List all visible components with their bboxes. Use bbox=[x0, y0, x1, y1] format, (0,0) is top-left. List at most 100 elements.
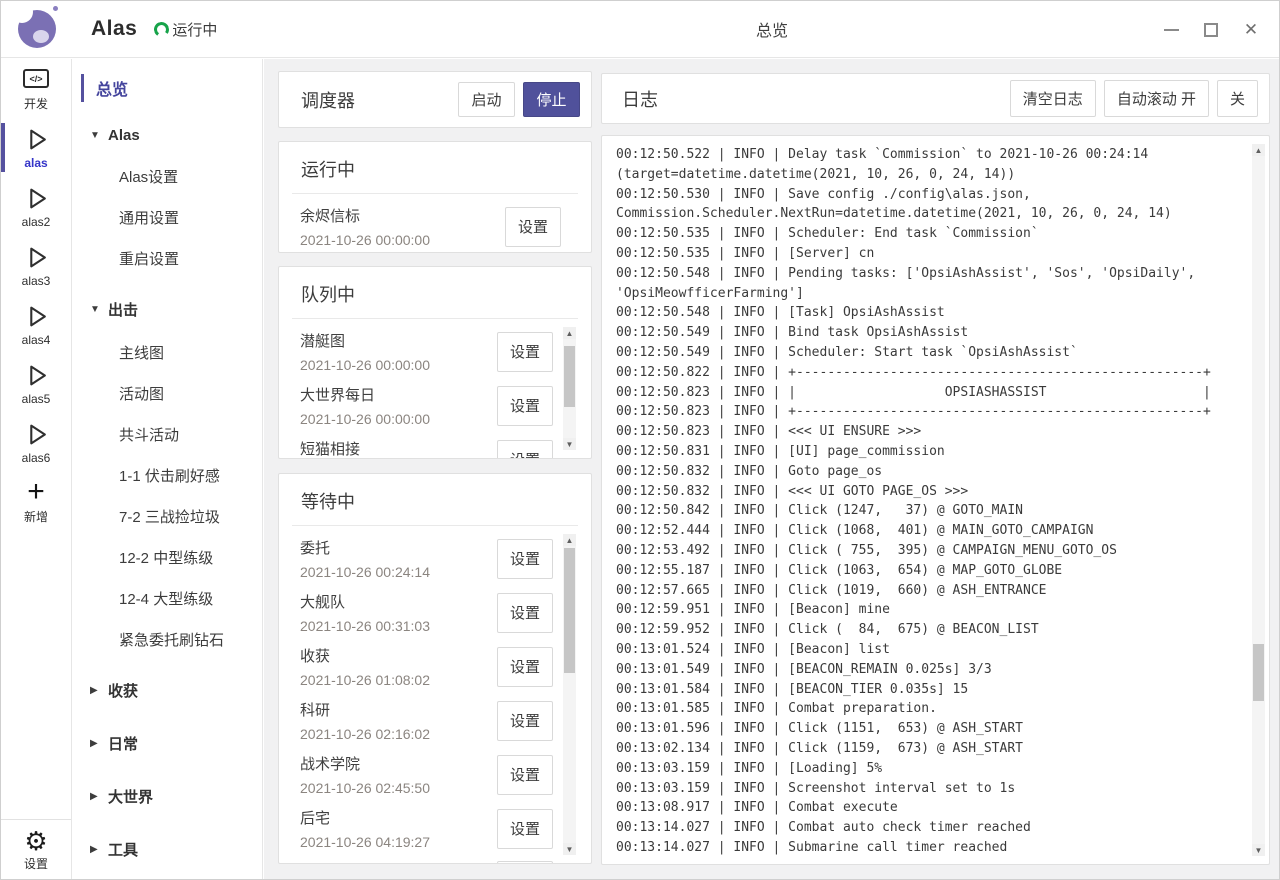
log-close-button[interactable]: 关 bbox=[1217, 80, 1258, 117]
task-name: 收获 bbox=[300, 645, 430, 666]
nav-subitem[interactable]: 7-2 三战捡垃圾 bbox=[73, 496, 262, 537]
task-name: 大世界每日 bbox=[300, 384, 430, 405]
rail-items: </>开发alas alas2 alas3 alas4 alas5 alas6 +新增 bbox=[1, 59, 71, 531]
rail-item-alas6[interactable]: alas6 bbox=[1, 413, 71, 472]
log-body: 00:12:50.522 | INFO | Delay task `Commis… bbox=[601, 135, 1270, 865]
task-setting-button[interactable]: 设置 bbox=[497, 647, 553, 687]
autoscroll-toggle-button[interactable]: 自动滚动 开 bbox=[1104, 80, 1209, 117]
task-setting-button[interactable]: 设置 bbox=[497, 701, 553, 741]
nav-group-label: Alas bbox=[108, 127, 140, 144]
task-setting-button[interactable]: 设置 bbox=[505, 207, 561, 247]
nav-group-daily[interactable]: ▶日常 bbox=[73, 721, 262, 766]
task-time: 2021-10-26 00:00:00 bbox=[300, 411, 430, 427]
scroll-down-icon[interactable]: ▼ bbox=[563, 438, 576, 450]
nav-group-label: 收获 bbox=[108, 680, 138, 701]
nav-subitem[interactable]: 活动图 bbox=[73, 373, 262, 414]
rail-item-dev[interactable]: </>开发 bbox=[1, 59, 71, 118]
rail-item-label: alas4 bbox=[22, 333, 51, 347]
task-time: 2021-10-26 02:16:02 bbox=[300, 726, 430, 742]
app-logo-icon bbox=[18, 10, 56, 48]
rail-item-alas5[interactable]: alas5 bbox=[1, 354, 71, 413]
nav-subitem[interactable]: 通用设置 bbox=[73, 197, 262, 238]
maximize-button[interactable] bbox=[1191, 10, 1231, 50]
chevron-right-icon: ▶ bbox=[90, 791, 108, 802]
nav-group-opsi[interactable]: ▶大世界 bbox=[73, 774, 262, 819]
scrollbar-thumb[interactable] bbox=[564, 346, 575, 407]
nav-subitem[interactable]: 共斗活动 bbox=[73, 414, 262, 455]
nav-subitem[interactable]: 重启设置 bbox=[73, 238, 262, 279]
nav-subitem[interactable]: 1-1 伏击刷好感 bbox=[73, 455, 262, 496]
nav-menu: 总览▼AlasAlas设置通用设置重启设置▼出击主线图活动图共斗活动1-1 伏击… bbox=[73, 59, 263, 879]
scrollbar-track[interactable] bbox=[563, 546, 576, 843]
play-icon bbox=[24, 303, 49, 330]
nav-subitem[interactable]: 主线图 bbox=[73, 332, 262, 373]
task-row: 潜艇图2021-10-26 00:00:00设置 bbox=[300, 324, 553, 378]
close-button[interactable]: ✕ bbox=[1231, 10, 1271, 50]
section-queued: 队列中潜艇图2021-10-26 00:00:00设置大世界每日2021-10-… bbox=[278, 266, 592, 459]
rail-item-label: alas2 bbox=[22, 215, 51, 229]
log-header: 日志 清空日志 自动滚动 开 关 bbox=[601, 73, 1270, 124]
rail-item-alas3[interactable]: alas3 bbox=[1, 236, 71, 295]
scrollbar[interactable]: ▲▼ bbox=[563, 327, 576, 450]
log-column: 日志 清空日志 自动滚动 开 关 00:12:50.522 | INFO | D… bbox=[601, 73, 1270, 865]
task-time: 2021-10-26 00:31:03 bbox=[300, 618, 430, 634]
scrollbar-thumb[interactable] bbox=[564, 548, 575, 673]
scrollbar-track[interactable] bbox=[563, 339, 576, 438]
scroll-down-icon[interactable]: ▼ bbox=[1252, 844, 1265, 856]
scrollbar-track[interactable] bbox=[1252, 156, 1265, 844]
scroll-up-icon[interactable]: ▲ bbox=[1252, 144, 1265, 156]
task-setting-button[interactable]: 设置 bbox=[497, 755, 553, 795]
nav-subitem[interactable]: 12-4 大型练级 bbox=[73, 578, 262, 619]
nav-subitem[interactable]: Alas设置 bbox=[73, 156, 262, 197]
rail-item-alas4[interactable]: alas4 bbox=[1, 295, 71, 354]
settings-label: 设置 bbox=[24, 855, 48, 872]
nav-subitem[interactable]: 紧急委托刷钻石 bbox=[73, 619, 262, 660]
task-list: 潜艇图2021-10-26 00:00:00设置大世界每日 2021-10-26 … bbox=[279, 319, 563, 458]
task-info: 大舰队2021-10-26 00:31:03 bbox=[300, 591, 430, 634]
nav-group-alas[interactable]: ▼Alas bbox=[73, 115, 262, 156]
scroll-down-icon[interactable]: ▼ bbox=[563, 843, 576, 855]
task-info: 大世界每日 2021-10-26 00:00:00 bbox=[300, 384, 430, 427]
task-setting-button[interactable]: 设置 bbox=[497, 593, 553, 633]
rail-item-label: alas6 bbox=[22, 451, 51, 465]
rail-item-add[interactable]: +新增 bbox=[1, 472, 71, 531]
task-row: 商店购买设置 bbox=[300, 855, 553, 863]
rail-item-settings[interactable]: ⚙ 设置 bbox=[1, 819, 71, 879]
start-button[interactable]: 启动 bbox=[458, 82, 515, 117]
task-setting-button[interactable]: 设置 bbox=[497, 440, 553, 459]
task-setting-button[interactable]: 设置 bbox=[497, 861, 553, 863]
task-name: 委托 bbox=[300, 537, 430, 558]
task-row: 大世界每日 2021-10-26 00:00:00 设置 bbox=[300, 378, 553, 432]
scrollbar[interactable]: ▲▼ bbox=[1252, 144, 1265, 856]
chevron-right-icon: ▶ bbox=[90, 685, 108, 696]
rail-item-alas[interactable]: alas bbox=[1, 118, 71, 177]
nav-group-harvest[interactable]: ▶收获 bbox=[73, 668, 262, 713]
task-time: 2021-10-26 00:00:00 bbox=[300, 232, 430, 248]
rail-item-alas2[interactable]: alas2 bbox=[1, 177, 71, 236]
nav-item-overview[interactable]: 总览 bbox=[73, 71, 262, 105]
scrollbar[interactable]: ▲▼ bbox=[563, 534, 576, 855]
task-row: 战术学院2021-10-26 02:45:50设置 bbox=[300, 747, 553, 801]
nav-group-tool[interactable]: ▶工具 bbox=[73, 827, 262, 872]
task-row: 委托 2021-10-26 00:24:14 设置 bbox=[300, 531, 553, 585]
scroll-up-icon[interactable]: ▲ bbox=[563, 534, 576, 546]
nav-group-sortie[interactable]: ▼出击 bbox=[73, 287, 262, 332]
scroll-up-icon[interactable]: ▲ bbox=[563, 327, 576, 339]
task-setting-button[interactable]: 设置 bbox=[497, 809, 553, 849]
stop-button[interactable]: 停止 bbox=[523, 82, 580, 117]
task-info: 短猫相接2021-10-26 00:00:00 bbox=[300, 438, 430, 458]
task-setting-button[interactable]: 设置 bbox=[497, 386, 553, 426]
nav-subitem[interactable]: 12-2 中型练级 bbox=[73, 537, 262, 578]
scrollbar-thumb[interactable] bbox=[1253, 644, 1264, 701]
nav-group-label: 出击 bbox=[108, 299, 138, 320]
chevron-down-icon: ▼ bbox=[90, 130, 108, 141]
task-setting-button[interactable]: 设置 bbox=[497, 539, 553, 579]
minimize-button[interactable] bbox=[1151, 10, 1191, 50]
task-setting-button[interactable]: 设置 bbox=[497, 332, 553, 372]
task-time: 2021-10-26 00:24:14 bbox=[300, 564, 430, 580]
scheduler-column: 调度器 启动 停止 运行中余烬信标2021-10-26 00:00:00设置队列… bbox=[278, 71, 592, 864]
clear-log-button[interactable]: 清空日志 bbox=[1010, 80, 1096, 117]
active-indicator bbox=[81, 74, 84, 102]
page-title: 总览 bbox=[756, 17, 788, 41]
plus-icon: + bbox=[27, 478, 45, 505]
